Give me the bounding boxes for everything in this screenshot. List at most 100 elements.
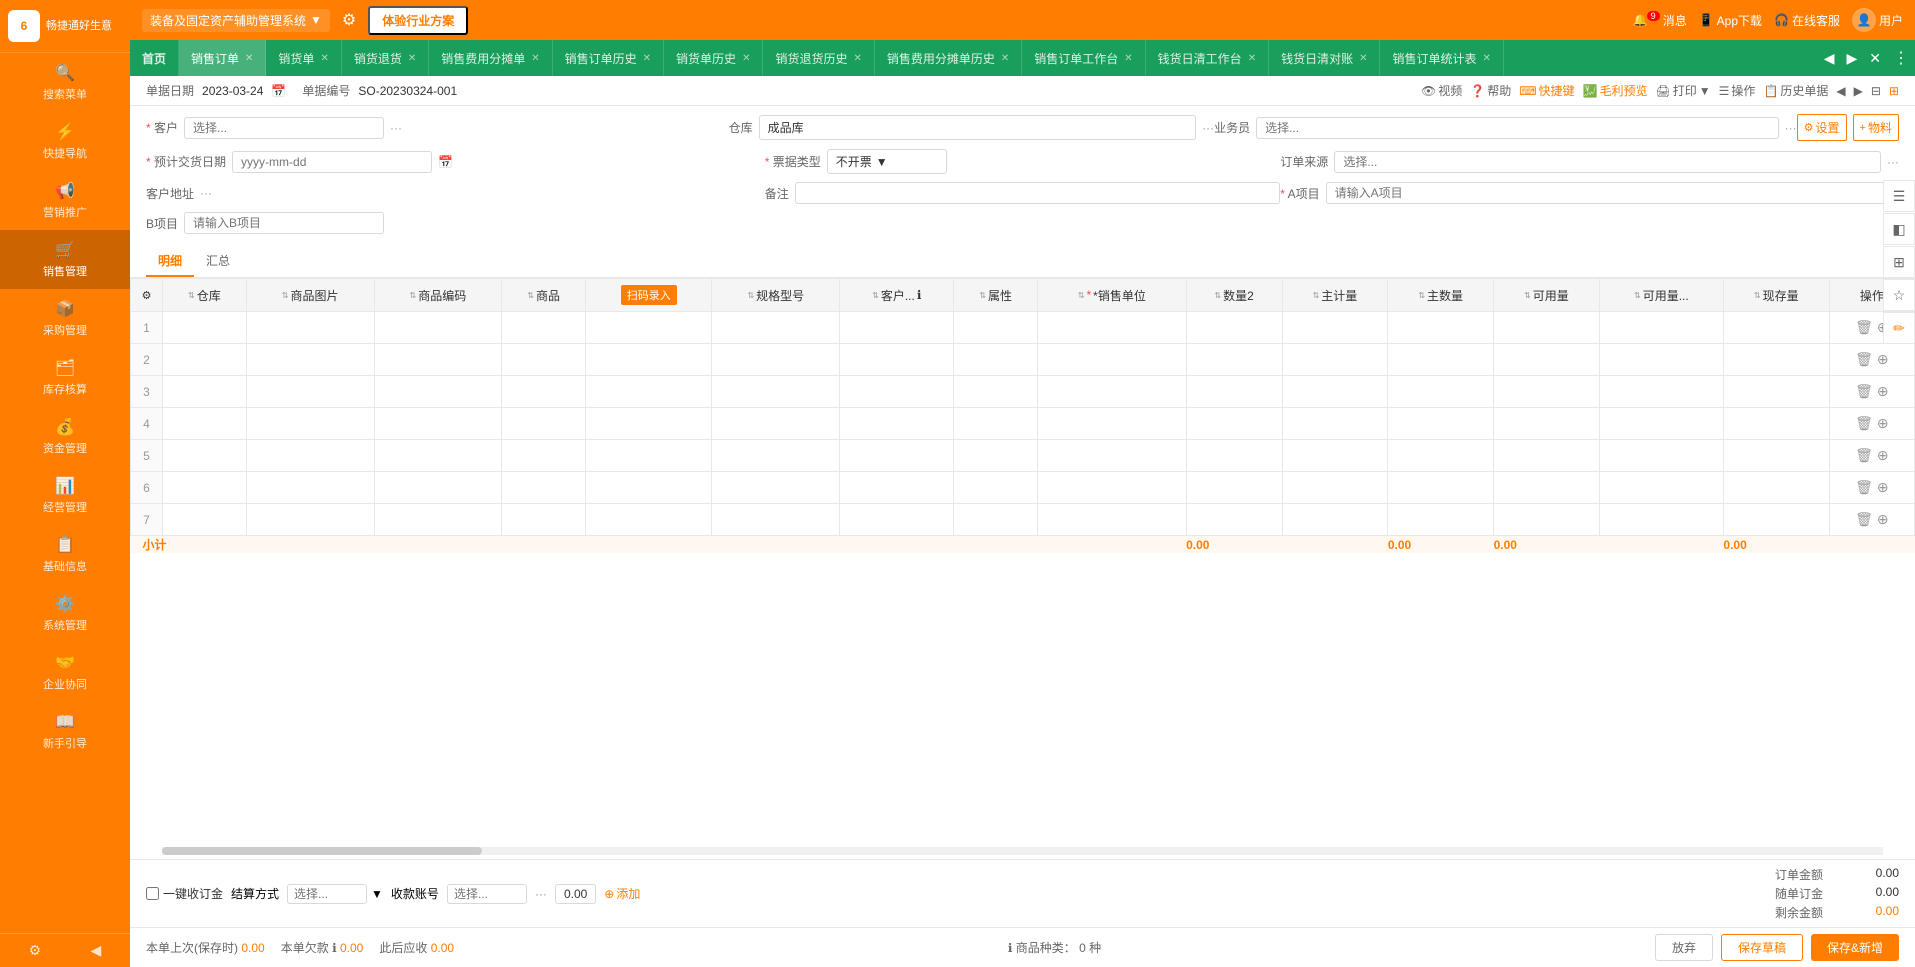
cell-code[interactable]: [374, 504, 502, 536]
notifications-btn[interactable]: 🔔 9 消息: [1633, 12, 1687, 29]
cell-warehouse[interactable]: [163, 440, 247, 472]
cell-qty2[interactable]: [1186, 440, 1282, 472]
sidebar-item-search[interactable]: 🔍 搜索菜单: [0, 53, 130, 112]
tab-return-history[interactable]: 销货退货历史 ✕: [763, 40, 874, 76]
print-btn[interactable]: 🖨 打印 ▼: [1656, 82, 1711, 99]
cell-code[interactable]: [374, 312, 502, 344]
cell-attr[interactable]: [954, 472, 1038, 504]
cell-customer-code[interactable]: [840, 376, 954, 408]
system-name[interactable]: 装备及固定资产辅助管理系统 ▼: [142, 9, 330, 32]
profit-preview-btn[interactable]: 💹 毛利预览: [1583, 82, 1648, 99]
customer-more-icon[interactable]: ···: [390, 121, 402, 135]
form-expand-btn[interactable]: ⊞: [1889, 84, 1899, 98]
cell-customer-code[interactable]: [840, 440, 954, 472]
cell-code[interactable]: [374, 408, 502, 440]
horizontal-scrollbar[interactable]: [130, 843, 1915, 859]
sidebar-item-sales[interactable]: 🛒 销售管理: [0, 230, 130, 289]
tab-prev-arrow[interactable]: ◀: [1818, 40, 1841, 76]
cell-main-unit[interactable]: [1282, 472, 1388, 504]
tab-daily-clear[interactable]: 钱货日清工作台 ✕: [1146, 40, 1269, 76]
tab-menu-icon[interactable]: ⋮: [1887, 40, 1915, 76]
cell-main-qty[interactable]: [1388, 472, 1494, 504]
close-tab-icon[interactable]: ✕: [1483, 53, 1491, 64]
cell-customer-code[interactable]: [840, 408, 954, 440]
settings-bottom-icon[interactable]: ⚙: [29, 942, 42, 959]
cell-qty2[interactable]: [1186, 504, 1282, 536]
tab-order-workbench[interactable]: 销售订单工作台 ✕: [1022, 40, 1145, 76]
one-click-label[interactable]: 一键收订金: [146, 885, 223, 902]
warehouse-more-icon[interactable]: ···: [1202, 121, 1214, 135]
cell-main-qty[interactable]: [1388, 376, 1494, 408]
cell-attr[interactable]: [954, 312, 1038, 344]
delete-row-icon[interactable]: 🗑: [1855, 351, 1873, 368]
sidebar-item-system[interactable]: ⚙️ 系统管理: [0, 584, 130, 643]
cell-qty2[interactable]: [1186, 408, 1282, 440]
sidebar-item-operations[interactable]: 📊 经营管理: [0, 466, 130, 525]
tab-reconcile[interactable]: 钱货日清对账 ✕: [1269, 40, 1380, 76]
cell-warehouse[interactable]: [163, 408, 247, 440]
cell-spec[interactable]: [712, 408, 840, 440]
cell-product[interactable]: [502, 312, 586, 344]
settlement-input[interactable]: [287, 884, 367, 904]
operations-btn[interactable]: ☰ 操作: [1719, 82, 1756, 99]
cell-attr[interactable]: [954, 344, 1038, 376]
tab-sales-goods[interactable]: 销货单 ✕: [266, 40, 341, 76]
delete-row-icon[interactable]: 🗑: [1855, 511, 1873, 528]
calendar-icon[interactable]: 📅: [271, 84, 286, 98]
float-btn-4[interactable]: ☆: [1883, 279, 1915, 311]
account-input[interactable]: [447, 884, 527, 904]
cell-unit[interactable]: [1038, 472, 1187, 504]
help-btn[interactable]: ❓ 帮助: [1470, 82, 1511, 99]
delete-row-icon[interactable]: 🗑: [1855, 447, 1873, 464]
settings-panel-btn[interactable]: ⚙ 设置: [1797, 114, 1847, 141]
delivery-input[interactable]: [232, 151, 432, 173]
form-grid-view[interactable]: ⊟: [1871, 84, 1881, 98]
sidebar-item-purchase[interactable]: 📦 采购管理: [0, 289, 130, 348]
cell-unit[interactable]: [1038, 344, 1187, 376]
cell-customer-code[interactable]: [840, 312, 954, 344]
remark-input[interactable]: [795, 182, 1281, 204]
float-btn-2[interactable]: ◧: [1883, 213, 1915, 245]
date-picker-icon[interactable]: 📅: [438, 155, 453, 169]
copy-row-icon[interactable]: ⊕: [1877, 383, 1889, 400]
cell-warehouse[interactable]: [163, 504, 247, 536]
close-tab-icon[interactable]: ✕: [1124, 53, 1132, 64]
cell-attr[interactable]: [954, 408, 1038, 440]
tab-sales-order[interactable]: 销售订单 ✕: [179, 40, 266, 76]
cell-product[interactable]: [502, 504, 586, 536]
add-material-btn[interactable]: + 物料: [1853, 114, 1899, 141]
discard-button[interactable]: 放弃: [1655, 934, 1713, 961]
cell-spec[interactable]: [712, 440, 840, 472]
tab-order-history[interactable]: 销售订单历史 ✕: [553, 40, 664, 76]
cell-product[interactable]: [502, 344, 586, 376]
cell-code[interactable]: [374, 440, 502, 472]
cell-qty2[interactable]: [1186, 312, 1282, 344]
save-new-button[interactable]: 保存&新增: [1811, 934, 1899, 961]
tab-goods-history[interactable]: 销货单历史 ✕: [664, 40, 763, 76]
cell-code[interactable]: [374, 376, 502, 408]
close-tab-icon[interactable]: ✕: [531, 53, 539, 64]
cell-main-qty[interactable]: [1388, 344, 1494, 376]
cell-main-unit[interactable]: [1282, 344, 1388, 376]
sidebar-item-quicknav[interactable]: ⚡ 快捷导航: [0, 112, 130, 171]
add-payment-btn[interactable]: ⊕ 添加: [604, 885, 640, 902]
delete-row-icon[interactable]: 🗑: [1855, 415, 1873, 432]
cell-spec[interactable]: [712, 504, 840, 536]
b-project-input[interactable]: [184, 212, 384, 234]
float-btn-3[interactable]: ⊞: [1883, 246, 1915, 278]
one-click-checkbox[interactable]: [146, 887, 159, 900]
tab-home[interactable]: 首页: [130, 40, 179, 76]
tab-sales-return[interactable]: 销货退货 ✕: [342, 40, 429, 76]
close-tab-icon[interactable]: ✕: [408, 53, 416, 64]
sidebar-item-finance[interactable]: 💰 资金管理: [0, 407, 130, 466]
close-tab-icon[interactable]: ✕: [245, 53, 253, 64]
staff-input[interactable]: [1256, 117, 1779, 139]
cell-qty2[interactable]: [1186, 344, 1282, 376]
cell-customer-code[interactable]: [840, 344, 954, 376]
copy-row-icon[interactable]: ⊕: [1877, 447, 1889, 464]
online-service-btn[interactable]: 🎧 在线客服: [1774, 12, 1840, 29]
cell-code[interactable]: [374, 344, 502, 376]
app-download-btn[interactable]: 📱 App下载: [1699, 12, 1762, 29]
delete-row-icon[interactable]: 🗑: [1855, 383, 1873, 400]
cell-qty2[interactable]: [1186, 472, 1282, 504]
